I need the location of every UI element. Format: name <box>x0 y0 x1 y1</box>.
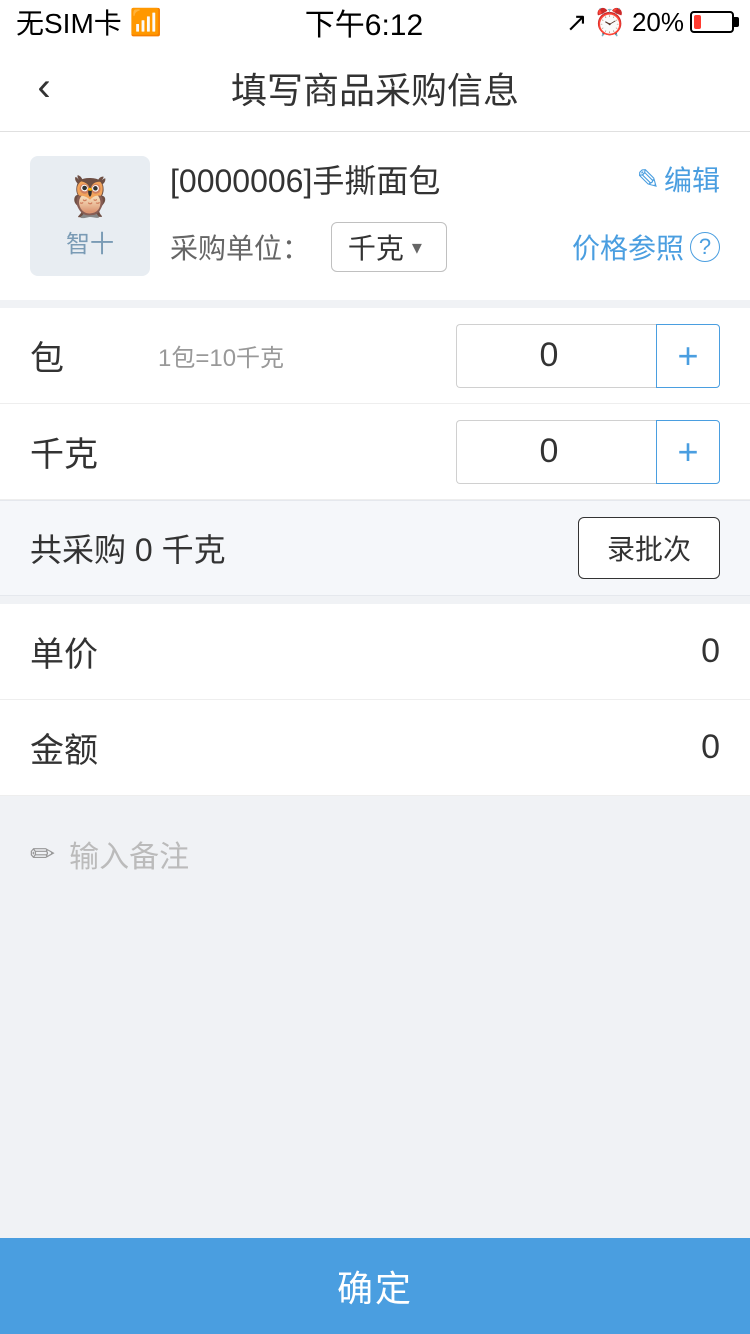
edit-button[interactable]: ✎ 编辑 <box>637 159 720 199</box>
content-spacer <box>0 904 750 1204</box>
price-ref-label: 价格参照 <box>572 227 684 267</box>
quantity-label-kg: 千克 <box>30 427 150 476</box>
product-card: 🦉 智十 [0000006]手撕面包 ✎ 编辑 采购单位： 千克 ▾ 价格参照 … <box>0 132 750 308</box>
summary-text: 共采购 0 千克 <box>30 525 578 571</box>
unit-label: 采购单位： <box>170 233 310 264</box>
location-icon: ↗ <box>566 7 588 38</box>
quantity-sublabel-bao: 1包=10千克 <box>158 338 456 373</box>
carrier-text: 无SIM卡 <box>16 2 122 42</box>
unit-select-dropdown[interactable]: 千克 ▾ <box>331 222 447 272</box>
alarm-icon: ⏰ <box>594 7 626 38</box>
product-name-row: [0000006]手撕面包 ✎ 编辑 <box>170 156 720 202</box>
quantity-input-wrap-kg: + <box>456 420 720 484</box>
remark-placeholder: 输入备注 <box>69 832 189 876</box>
product-info: [0000006]手撕面包 ✎ 编辑 采购单位： 千克 ▾ 价格参照 ? <box>170 156 720 272</box>
quantity-input-bao[interactable] <box>456 324 656 388</box>
remark-section[interactable]: ✏ 输入备注 <box>0 804 750 904</box>
quantity-input-wrap-bao: + <box>456 324 720 388</box>
quantity-plus-kg[interactable]: + <box>656 420 720 484</box>
edit-label: 编辑 <box>664 159 720 199</box>
unit-label-wrap: 采购单位： 千克 ▾ <box>170 222 447 272</box>
status-right: ↗ ⏰ 20% <box>566 7 734 38</box>
back-button[interactable]: ‹ <box>0 44 88 132</box>
amount-row: 金额 0 <box>0 700 750 796</box>
price-ref-help-icon: ? <box>690 232 720 262</box>
pencil-icon: ✏ <box>30 837 55 872</box>
nav-bar: ‹ 填写商品采购信息 <box>0 44 750 132</box>
purchase-unit-row: 采购单位： 千克 ▾ 价格参照 ? <box>170 222 720 272</box>
record-batch-button[interactable]: 录批次 <box>578 517 720 579</box>
quantity-label-bao: 包 <box>30 331 150 380</box>
battery-fill <box>694 15 701 29</box>
quantity-input-kg[interactable] <box>456 420 656 484</box>
status-left: 无SIM卡 📶 <box>16 2 162 42</box>
wifi-icon: 📶 <box>130 7 162 38</box>
unit-price-value: 0 <box>701 632 720 671</box>
unit-price-row: 单价 0 <box>0 604 750 700</box>
quantity-plus-bao[interactable]: + <box>656 324 720 388</box>
quantity-row-bao: 包 1包=10千克 + <box>0 308 750 404</box>
price-ref-button[interactable]: 价格参照 ? <box>572 227 720 267</box>
product-image: 🦉 智十 <box>30 156 150 276</box>
confirm-button-label: 确定 <box>337 1260 413 1312</box>
amount-value: 0 <box>701 728 720 767</box>
page-title: 填写商品采购信息 <box>231 62 519 114</box>
battery-percentage: 20% <box>632 7 684 38</box>
confirm-button[interactable]: 确定 <box>0 1238 750 1334</box>
unit-select-value: 千克 <box>348 227 404 267</box>
battery-icon <box>690 11 734 33</box>
status-bar: 无SIM卡 📶 下午6:12 ↗ ⏰ 20% <box>0 0 750 44</box>
amount-label: 金额 <box>30 723 701 772</box>
unit-price-label: 单价 <box>30 627 701 676</box>
product-name: [0000006]手撕面包 <box>170 156 440 202</box>
status-time: 下午6:12 <box>305 0 423 44</box>
quantity-row-kg: 千克 + <box>0 404 750 500</box>
edit-icon: ✎ <box>637 163 660 196</box>
quantity-section: 包 1包=10千克 + 千克 + <box>0 308 750 500</box>
product-image-label: 智十 <box>66 224 114 259</box>
summary-row: 共采购 0 千克 录批次 <box>0 500 750 596</box>
product-owl-icon: 🦉 <box>65 173 115 220</box>
price-section: 单价 0 金额 0 <box>0 604 750 796</box>
dropdown-arrow-icon: ▾ <box>412 235 422 260</box>
